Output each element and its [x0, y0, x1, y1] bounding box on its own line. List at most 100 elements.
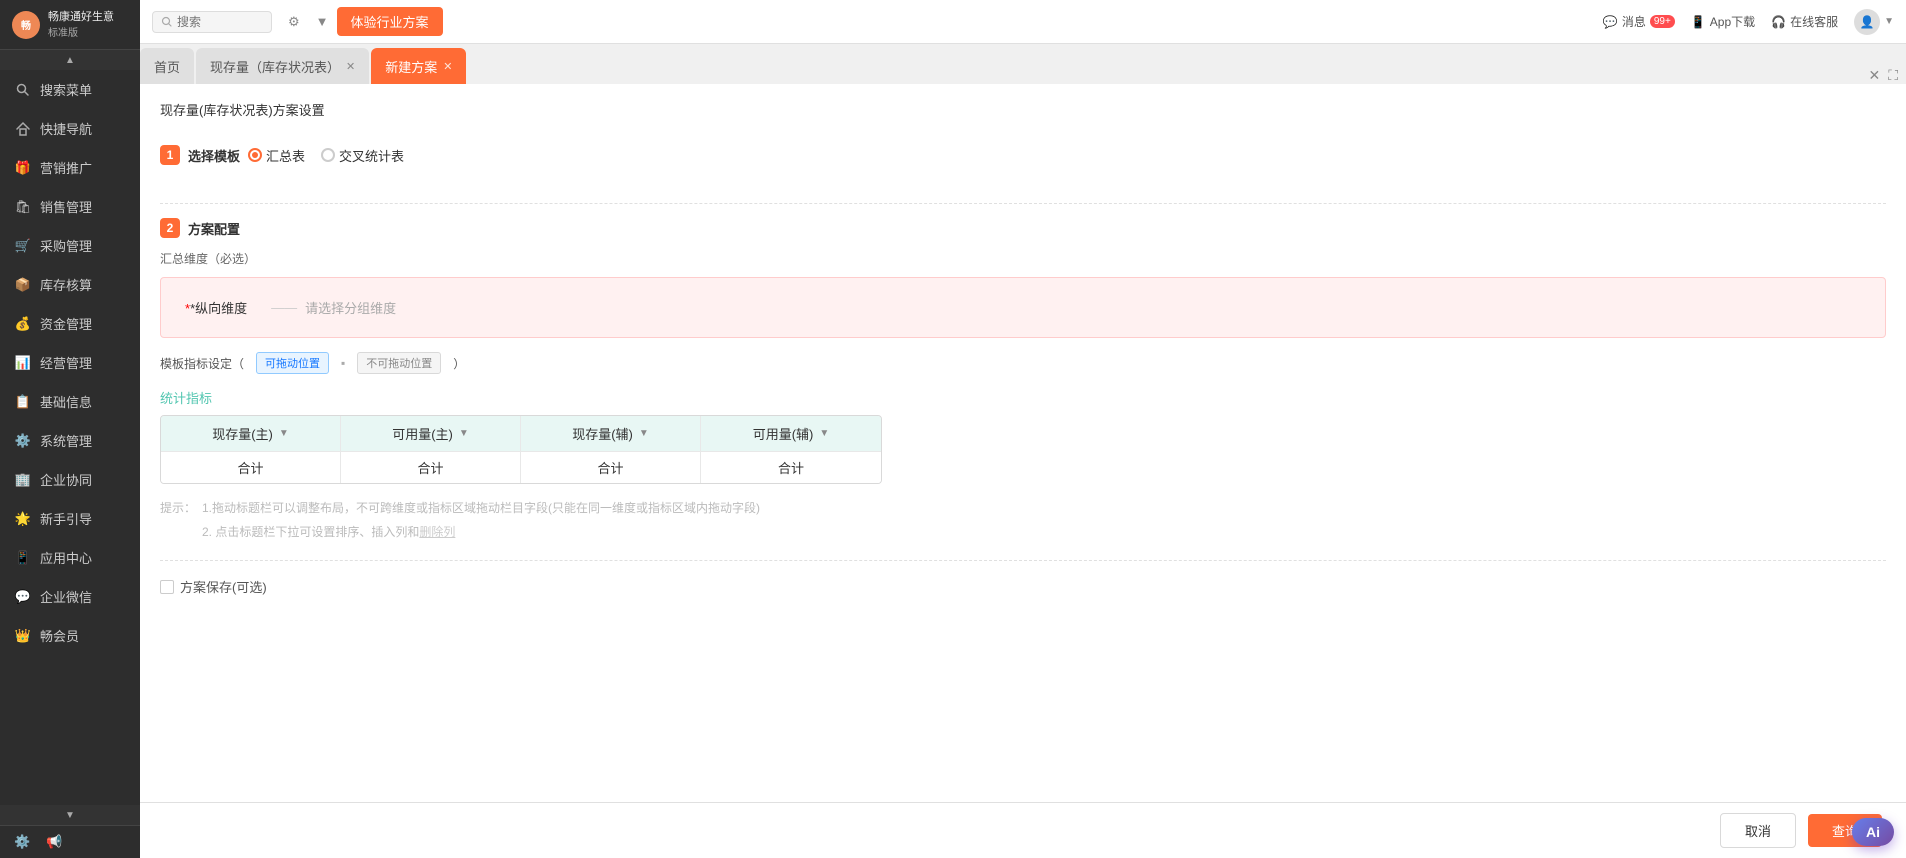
stats-col-label-1: 可用量(主) [392, 424, 453, 443]
content-area: 现存量(库存状况表)方案设置 1 选择模板 汇总表 交叉统计表 [140, 84, 1906, 802]
sidebar-item-label: 采购管理 [40, 236, 92, 255]
app-download-action[interactable]: 📱 App下载 [1691, 13, 1755, 30]
sidebar-item-quick-nav[interactable]: 快捷导航 [0, 109, 140, 148]
app-edition: 标准版 [48, 24, 114, 39]
divider-2 [160, 560, 1886, 561]
phone-icon: 📱 [1691, 15, 1706, 29]
topbar-search-box[interactable] [152, 11, 272, 33]
radio-summary[interactable]: 汇总表 [248, 146, 305, 165]
step1-number: 1 [160, 145, 180, 165]
delete-column-link[interactable]: 删除列 [419, 525, 455, 539]
chevron-icon-0[interactable]: ▼ [279, 428, 289, 439]
sidebar-item-label: 应用中心 [40, 548, 92, 567]
sidebar-item-label: 系统管理 [40, 431, 92, 450]
sidebar-item-label: 企业协同 [40, 470, 92, 489]
stats-col-3[interactable]: 可用量(辅) ▼ [701, 416, 881, 451]
sidebar-scroll-down[interactable]: ▼ [0, 805, 140, 825]
stats-cell-2: 合计 [521, 452, 701, 483]
tab-close-btn[interactable]: ✕ [443, 60, 452, 73]
stats-col-label-2: 现存量(辅) [572, 424, 633, 443]
topbar-gear-btn[interactable]: ⚙ [280, 10, 308, 34]
tab-label: 现存量（库存状况表） [210, 57, 340, 76]
stats-col-1[interactable]: 可用量(主) ▼ [341, 416, 521, 451]
footer-speaker-icon[interactable]: 📢 [46, 834, 62, 850]
save-option-label: 方案保存(可选) [180, 577, 267, 596]
sidebar-item-enterprise[interactable]: 🏢 企业协同 [0, 460, 140, 499]
sidebar-item-label: 搜索菜单 [40, 80, 92, 99]
sidebar-item-purchase[interactable]: 🛒 采购管理 [0, 226, 140, 265]
tab-close-icon[interactable]: ✕ [1868, 67, 1880, 84]
chevron-icon-3[interactable]: ▼ [819, 428, 829, 439]
dropdown-chevron-icon[interactable]: ▼ [316, 14, 329, 29]
sidebar-scroll-up[interactable]: ▲ [0, 50, 140, 70]
stats-col-2[interactable]: 现存量(辅) ▼ [521, 416, 701, 451]
chevron-icon-1[interactable]: ▼ [459, 428, 469, 439]
sidebar-nav: 搜索菜单 快捷导航 🎁 营销推广 🛍 销售管理 🛒 采购管理 📦 库存核算 💰 … [0, 70, 140, 805]
sidebar-item-system[interactable]: ⚙️ 系统管理 [0, 421, 140, 460]
box-icon: 📦 [14, 276, 32, 294]
tab-inventory-status[interactable]: 现存量（库存状况表） ✕ [196, 48, 369, 84]
stats-cell-1: 合计 [341, 452, 521, 483]
search-input[interactable] [177, 15, 257, 29]
trial-industry-btn[interactable]: 体验行业方案 [337, 7, 443, 36]
sidebar-item-label: 快捷导航 [40, 119, 92, 138]
sidebar-item-operations[interactable]: 📊 经营管理 [0, 343, 140, 382]
save-checkbox[interactable] [160, 580, 174, 594]
indicator-setting-separator: ▪ [341, 356, 345, 370]
enterprise-icon: 🏢 [14, 471, 32, 489]
sidebar-item-sales[interactable]: 🛍 销售管理 [0, 187, 140, 226]
dimension-selector-box[interactable]: **纵向维度 —— 请选择分组维度 [160, 277, 1886, 338]
home-icon [14, 120, 32, 138]
user-avatar[interactable]: 👤 ▼ [1854, 9, 1894, 35]
radio-cross[interactable]: 交叉统计表 [321, 146, 404, 165]
ai-fab-button[interactable]: Ai [1852, 818, 1894, 846]
headset-icon: 🎧 [1771, 15, 1786, 29]
template-radio-group: 汇总表 交叉统计表 [248, 146, 404, 165]
sidebar-item-membership[interactable]: 👑 畅会员 [0, 616, 140, 655]
app-name: 畅康通好生意 [48, 10, 114, 24]
online-service-label: 在线客服 [1790, 13, 1838, 30]
indicator-setting-label: 模板指标设定（ [160, 355, 244, 372]
tab-home[interactable]: 首页 [140, 48, 194, 84]
tip-1: 提示： 1.拖动标题栏可以调整布局，不可跨维度或指标区域拖动栏目字段(只能在同一… [160, 496, 1886, 520]
tips-section: 提示： 1.拖动标题栏可以调整布局，不可跨维度或指标区域拖动栏目字段(只能在同一… [160, 496, 1886, 544]
sidebar-item-basic-info[interactable]: 📋 基础信息 [0, 382, 140, 421]
message-action[interactable]: 💬 消息 99+ [1603, 13, 1675, 30]
tabs-right: ✕ ⛶ [1868, 67, 1906, 84]
main-area: ⚙ ▼ 体验行业方案 💬 消息 99+ 📱 App下载 🎧 在线客服 👤 ▼ [140, 0, 1906, 858]
table-icon: 📋 [14, 393, 32, 411]
sidebar-item-marketing[interactable]: 🎁 营销推广 [0, 148, 140, 187]
sidebar-item-inventory[interactable]: 📦 库存核算 [0, 265, 140, 304]
sidebar-item-search-menu[interactable]: 搜索菜单 [0, 70, 140, 109]
bottom-bar: 取消 查询 [140, 802, 1906, 858]
sidebar-item-label: 销售管理 [40, 197, 92, 216]
chevron-icon-2[interactable]: ▼ [639, 428, 649, 439]
tab-new-scheme[interactable]: 新建方案 ✕ [371, 48, 466, 84]
stats-col-label-3: 可用量(辅) [753, 424, 814, 443]
stats-col-0[interactable]: 现存量(主) ▼ [161, 416, 341, 451]
sidebar-item-label: 企业微信 [40, 587, 92, 606]
member-icon: 👑 [14, 627, 32, 645]
radio-dot-summary [248, 148, 262, 162]
footer-settings-icon[interactable]: ⚙️ [14, 834, 30, 850]
message-badge: 99+ [1650, 15, 1675, 28]
sidebar-item-finance[interactable]: 💰 资金管理 [0, 304, 140, 343]
tab-expand-icon[interactable]: ⛶ [1888, 67, 1898, 84]
cancel-button[interactable]: 取消 [1720, 813, 1796, 848]
app-download-label: App下载 [1710, 13, 1755, 30]
indicator-setting: 模板指标设定（ 可拖动位置 ▪ 不可拖动位置 ） [160, 352, 1886, 374]
radio-dot-cross [321, 148, 335, 162]
tab-close-btn[interactable]: ✕ [346, 60, 355, 73]
online-service-action[interactable]: 🎧 在线客服 [1771, 13, 1838, 30]
stats-cell-3: 合计 [701, 452, 881, 483]
guide-icon: 🌟 [14, 510, 32, 528]
gift-icon: 🎁 [14, 159, 32, 177]
sidebar-item-wechat[interactable]: 💬 企业微信 [0, 577, 140, 616]
sidebar-item-new-guide[interactable]: 🌟 新手引导 [0, 499, 140, 538]
stats-cell-0: 合计 [161, 452, 341, 483]
dim-placeholder: 请选择分组维度 [305, 298, 396, 317]
sidebar-item-app-center[interactable]: 📱 应用中心 [0, 538, 140, 577]
bag-icon: 🛒 [14, 237, 32, 255]
vertical-dim-label: **纵向维度 [185, 298, 247, 317]
sidebar-item-label: 资金管理 [40, 314, 92, 333]
